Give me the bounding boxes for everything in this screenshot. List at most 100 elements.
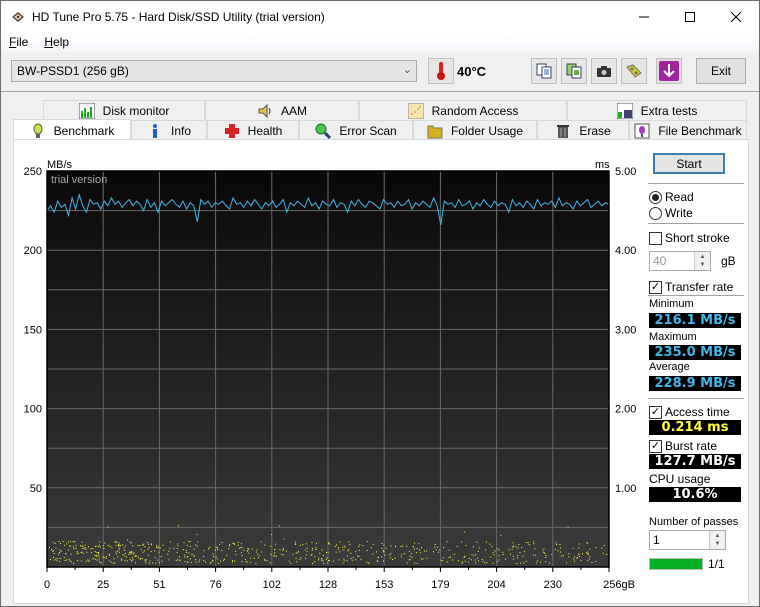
access-time-point	[470, 559, 472, 561]
tab-extra-tests[interactable]: Extra tests	[567, 100, 747, 120]
access-time-point	[461, 562, 463, 564]
access-time-point	[97, 554, 99, 556]
access-time-point	[135, 562, 136, 564]
chevron-up-icon[interactable]: ▲	[715, 532, 721, 540]
magnifier-icon	[315, 123, 332, 139]
access-time-point	[390, 545, 392, 547]
access-time-point	[139, 545, 141, 546]
burst-rate-box[interactable]: ✓	[649, 439, 662, 453]
access-time-point	[88, 546, 89, 548]
tab-health[interactable]: Health	[207, 120, 299, 140]
burst-rate-checkbox[interactable]: ✓ Burst rate	[649, 439, 717, 453]
access-time-point	[226, 554, 228, 556]
access-time-point	[246, 561, 248, 563]
short-stroke-box[interactable]	[649, 231, 662, 245]
exit-button[interactable]: Exit	[696, 58, 746, 84]
access-time-point	[275, 543, 277, 545]
access-time-point	[411, 556, 413, 558]
copy-screenshot-button[interactable]	[561, 58, 587, 84]
tab-folder-usage[interactable]: Folder Usage	[413, 120, 537, 140]
tab-benchmark[interactable]: Benchmark	[13, 119, 131, 141]
access-time-box[interactable]: ✓	[649, 405, 662, 419]
temperature-button[interactable]	[428, 58, 454, 84]
burst-rate-label: Burst rate	[665, 439, 718, 453]
chevron-down-icon[interactable]: ▼	[700, 261, 706, 269]
short-stroke-checkbox[interactable]: Short stroke	[649, 231, 730, 245]
tab-error-scan[interactable]: Error Scan	[299, 120, 413, 140]
minimize-icon	[639, 16, 649, 17]
tab-file-benchmark[interactable]: File Benchmark	[629, 120, 747, 140]
access-time-point	[355, 559, 357, 561]
access-time-point	[157, 547, 159, 549]
short-stroke-size-input[interactable]: 40 ▲ ▼	[649, 251, 711, 271]
chevron-up-icon[interactable]: ▲	[700, 253, 706, 261]
access-time-point	[127, 539, 128, 541]
access-time-point	[493, 554, 495, 556]
access-time-point	[311, 549, 313, 551]
save-button[interactable]	[656, 58, 682, 84]
maximize-button[interactable]	[667, 1, 713, 32]
access-time-point	[496, 561, 498, 563]
access-time-point	[108, 553, 110, 555]
read-radio[interactable]: Read	[649, 190, 694, 204]
copy-text-button[interactable]	[531, 58, 557, 84]
write-radio[interactable]: Write	[649, 206, 693, 220]
tab-aam[interactable]: AAM	[205, 100, 359, 120]
maximize-icon	[685, 11, 695, 22]
access-time-point	[249, 561, 251, 563]
screenshot-button[interactable]	[591, 58, 617, 84]
minimize-button[interactable]	[621, 1, 667, 32]
passes-input[interactable]: 1 ▲ ▼	[649, 530, 726, 550]
access-time-point	[498, 555, 500, 557]
drive-select[interactable]: BW-PSSD1 (256 gB) ⌄	[11, 60, 417, 82]
tab-erase[interactable]: Erase	[537, 120, 629, 140]
access-time-point	[148, 562, 150, 564]
access-time-point	[315, 546, 317, 548]
access-time-checkbox[interactable]: ✓ Access time	[649, 405, 730, 419]
access-time-point	[376, 551, 377, 553]
spinner-arrows[interactable]: ▲ ▼	[709, 531, 725, 549]
read-radio-circle[interactable]	[649, 190, 662, 204]
start-button[interactable]: Start	[653, 153, 725, 174]
access-time-point	[326, 552, 328, 553]
access-time-point	[147, 542, 149, 544]
spinner-arrows[interactable]: ▲ ▼	[694, 252, 710, 270]
access-time-point	[490, 556, 492, 558]
tab-disk-monitor[interactable]: Disk monitor	[43, 100, 205, 120]
tab-random-access[interactable]: Random Access	[359, 100, 567, 120]
access-time-point	[124, 559, 126, 561]
access-time-point	[505, 558, 506, 560]
access-time-point	[163, 549, 165, 551]
access-time-point	[99, 546, 101, 548]
access-time-point	[595, 560, 597, 562]
menu-file[interactable]: File	[1, 35, 36, 49]
access-time-point	[318, 557, 320, 559]
access-time-point	[197, 541, 199, 543]
options-button[interactable]	[621, 58, 647, 84]
access-time-point	[555, 542, 557, 544]
access-time-point	[302, 544, 304, 546]
access-time-point	[494, 550, 496, 552]
access-time-point	[477, 551, 479, 552]
access-time-point	[186, 551, 188, 553]
access-time-point	[327, 552, 329, 554]
access-time-point	[232, 560, 233, 562]
transfer-rate-label: Transfer rate	[665, 280, 734, 294]
short-stroke-label: Short stroke	[665, 231, 730, 245]
close-button[interactable]	[713, 1, 759, 32]
access-time-point	[189, 558, 191, 560]
access-time-point	[512, 555, 514, 557]
tab-info[interactable]: Info	[131, 120, 207, 140]
access-time-point	[335, 551, 337, 553]
chevron-down-icon[interactable]: ▼	[715, 540, 721, 548]
transfer-rate-box[interactable]: ✓	[649, 280, 662, 294]
access-time-point	[217, 547, 219, 549]
access-time-point	[109, 560, 111, 562]
transfer-rate-checkbox[interactable]: ✓ Transfer rate	[649, 280, 733, 294]
access-time-point	[394, 557, 396, 559]
access-time-point	[188, 541, 190, 542]
menu-help[interactable]: Help	[36, 35, 77, 49]
write-radio-circle[interactable]	[649, 206, 662, 220]
access-time-point	[169, 541, 171, 543]
access-time-point	[198, 561, 200, 563]
